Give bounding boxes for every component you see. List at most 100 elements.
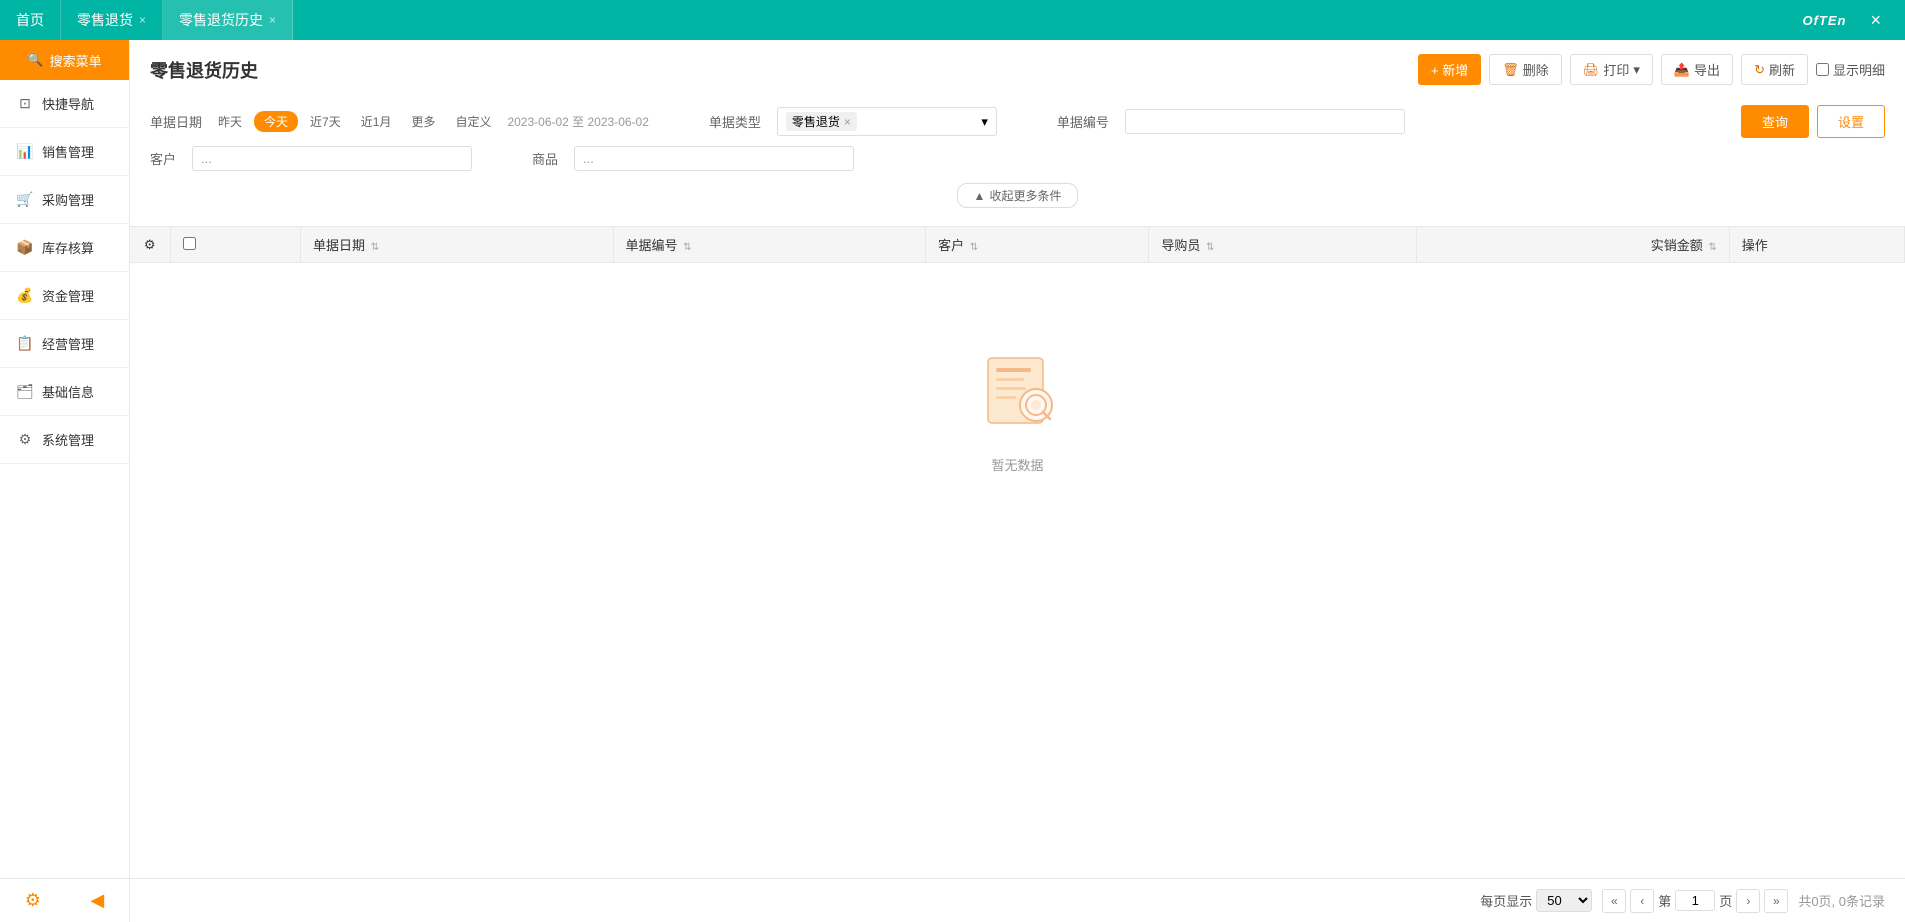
prev-page-button[interactable]: ‹ — [1630, 889, 1654, 913]
show-detail-checkbox-input[interactable] — [1816, 63, 1829, 76]
sidebar-item-system-label: 系统管理 — [42, 430, 94, 449]
sidebar-item-basic-info[interactable]: 🗂 基础信息 — [0, 368, 129, 416]
tab-retail-return[interactable]: 零售退货 × — [61, 0, 163, 40]
sidebar-items: ⊡ 快捷导航 📊 销售管理 🛒 采购管理 📦 库存核算 💰 资金管理 📋 — [0, 80, 129, 878]
export-icon: 📤 — [1674, 62, 1690, 78]
page-size-select: 每页显示 50 10 20 100 — [1480, 889, 1592, 912]
date-btn-1month[interactable]: 近1月 — [353, 111, 400, 132]
query-button[interactable]: 查询 — [1741, 105, 1809, 138]
total-records-info: 共0页, 0条记录 — [1798, 891, 1885, 910]
chart-icon: 📊 — [16, 143, 34, 161]
guide-sort-icon: ⇅ — [1206, 242, 1214, 253]
date-filter-item: 单据日期 昨天 今天 近7天 近1月 更多 自定义 2023-06-02 至 2… — [150, 111, 649, 132]
tab-retail-return-history[interactable]: 零售退货历史 × — [163, 0, 293, 40]
tab-retail-return-history-close[interactable]: × — [269, 13, 276, 27]
th-gear[interactable]: ⚙ — [130, 227, 170, 263]
customer-filter-select[interactable]: ... — [192, 146, 472, 171]
page-label-prefix: 第 — [1658, 891, 1671, 910]
show-detail-checkbox[interactable]: 显示明细 — [1816, 60, 1885, 79]
type-tag-close[interactable]: × — [844, 115, 851, 129]
sidebar-item-purchase[interactable]: 🛒 采购管理 — [0, 176, 129, 224]
doc-no-input[interactable] — [1125, 109, 1405, 134]
collapse-button-label: 收起更多条件 — [989, 187, 1061, 204]
th-checkbox — [170, 227, 300, 263]
print-button-label: 打印 — [1603, 60, 1629, 79]
th-action: 操作 — [1729, 227, 1904, 263]
home-icon: ⊡ — [16, 95, 34, 113]
sidebar-item-sales[interactable]: 📊 销售管理 — [0, 128, 129, 176]
amount-sort-icon: ⇅ — [1708, 242, 1716, 253]
sidebar-item-management[interactable]: 📋 经营管理 — [0, 320, 129, 368]
date-range-display: 2023-06-02 至 2023-06-02 — [507, 113, 648, 130]
tab-home[interactable]: 首页 — [0, 0, 61, 40]
content-header: 零售退货历史 + 新增 🗑 删除 🖨 打印 ▾ 📤 — [130, 40, 1905, 227]
top-bar-brand: OfTEn × — [1802, 10, 1905, 31]
select-all-checkbox[interactable] — [183, 237, 196, 250]
new-button-label: + 新增 — [1431, 60, 1468, 79]
collapse-button[interactable]: ▲ 收起更多条件 — [957, 183, 1079, 208]
date-btn-yesterday[interactable]: 昨天 — [210, 111, 250, 132]
query-button-label: 查询 — [1762, 112, 1788, 131]
date-btn-today[interactable]: 今天 — [254, 111, 298, 132]
type-filter-select[interactable]: 零售退货 × ▾ — [777, 107, 997, 136]
sidebar-collapse-button[interactable]: ◀ — [90, 890, 104, 911]
filter-area: 单据日期 昨天 今天 近7天 近1月 更多 自定义 2023-06-02 至 2… — [150, 95, 1885, 226]
setting-button-label: 设置 — [1838, 112, 1864, 131]
type-filter-item: 单据类型 零售退货 × ▾ — [709, 107, 997, 136]
th-date[interactable]: 单据日期 ⇅ — [300, 227, 613, 263]
window-close-button[interactable]: × — [1862, 10, 1889, 31]
sidebar: 🔍 搜索菜单 ⊡ 快捷导航 📊 销售管理 🛒 采购管理 📦 库存核算 💰 — [0, 40, 130, 922]
date-filter-buttons: 昨天 今天 近7天 近1月 更多 自定义 2023-06-02 至 2023-0… — [210, 111, 649, 132]
data-table: ⚙ 单据日期 ⇅ 单据编号 ⇅ 客户 — [130, 227, 1905, 263]
refresh-button[interactable]: ↻ 刷新 — [1741, 54, 1808, 85]
money-icon: 💰 — [16, 287, 34, 305]
sidebar-item-inventory[interactable]: 📦 库存核算 — [0, 224, 129, 272]
print-button[interactable]: 🖨 打印 ▾ — [1570, 54, 1653, 85]
th-amount[interactable]: 实销金额 ⇅ — [1417, 227, 1730, 263]
filter-row-1: 单据日期 昨天 今天 近7天 近1月 更多 自定义 2023-06-02 至 2… — [150, 105, 1885, 138]
setting-button[interactable]: 设置 — [1817, 105, 1885, 138]
th-customer[interactable]: 客户 ⇅ — [926, 227, 1149, 263]
goods-placeholder: ... — [583, 151, 594, 166]
date-filter-label: 单据日期 — [150, 112, 202, 131]
show-detail-label: 显示明细 — [1833, 60, 1885, 79]
date-btn-more[interactable]: 更多 — [403, 111, 443, 132]
empty-illustration — [968, 343, 1068, 443]
export-button[interactable]: 📤 导出 — [1661, 54, 1733, 85]
th-guide[interactable]: 导购员 ⇅ — [1149, 227, 1417, 263]
brand-label: OfTEn — [1802, 13, 1846, 28]
tab-retail-return-label: 零售退货 — [77, 10, 133, 30]
doc-no-sort-icon: ⇅ — [683, 242, 691, 253]
last-page-button[interactable]: » — [1764, 889, 1788, 913]
table-wrapper: ⚙ 单据日期 ⇅ 单据编号 ⇅ 客户 — [130, 227, 1905, 878]
page-size-dropdown[interactable]: 50 10 20 100 — [1536, 889, 1592, 912]
tab-list: 首页 零售退货 × 零售退货历史 × — [0, 0, 293, 40]
goods-filter-item: 商品 ... — [532, 146, 854, 171]
query-setting-buttons: 查询 设置 — [1741, 105, 1885, 138]
sidebar-search-button[interactable]: 🔍 搜索菜单 — [0, 40, 129, 80]
sidebar-item-sales-label: 销售管理 — [42, 142, 94, 161]
sidebar-item-finance[interactable]: 💰 资金管理 — [0, 272, 129, 320]
th-amount-label: 实销金额 — [1651, 238, 1703, 253]
type-select-dropdown-icon: ▾ — [981, 114, 988, 130]
tab-retail-return-close[interactable]: × — [139, 13, 146, 27]
date-btn-custom[interactable]: 自定义 — [447, 111, 499, 132]
next-page-button[interactable]: › — [1736, 889, 1760, 913]
page-number-input[interactable] — [1675, 890, 1715, 911]
delete-button[interactable]: 🗑 删除 — [1489, 54, 1562, 85]
toolbar: + 新增 🗑 删除 🖨 打印 ▾ 📤 导出 — [1418, 54, 1885, 85]
content-area: 零售退货历史 + 新增 🗑 删除 🖨 打印 ▾ 📤 — [130, 40, 1905, 922]
sidebar-item-purchase-label: 采购管理 — [42, 190, 94, 209]
customer-placeholder: ... — [201, 151, 212, 166]
first-page-button[interactable]: « — [1602, 889, 1626, 913]
goods-filter-select[interactable]: ... — [574, 146, 854, 171]
date-btn-7days[interactable]: 近7天 — [302, 111, 349, 132]
customer-filter-item: 客户 ... — [150, 146, 472, 171]
sidebar-item-system[interactable]: ⚙ 系统管理 — [0, 416, 129, 464]
sidebar-gear-button[interactable]: ⚙ — [25, 890, 41, 911]
doc-no-filter-item: 单据编号 — [1057, 109, 1405, 134]
sidebar-item-home[interactable]: ⊡ 快捷导航 — [0, 80, 129, 128]
th-doc-no[interactable]: 单据编号 ⇅ — [613, 227, 926, 263]
delete-icon: 🗑 — [1502, 62, 1519, 78]
new-button[interactable]: + 新增 — [1418, 54, 1481, 85]
